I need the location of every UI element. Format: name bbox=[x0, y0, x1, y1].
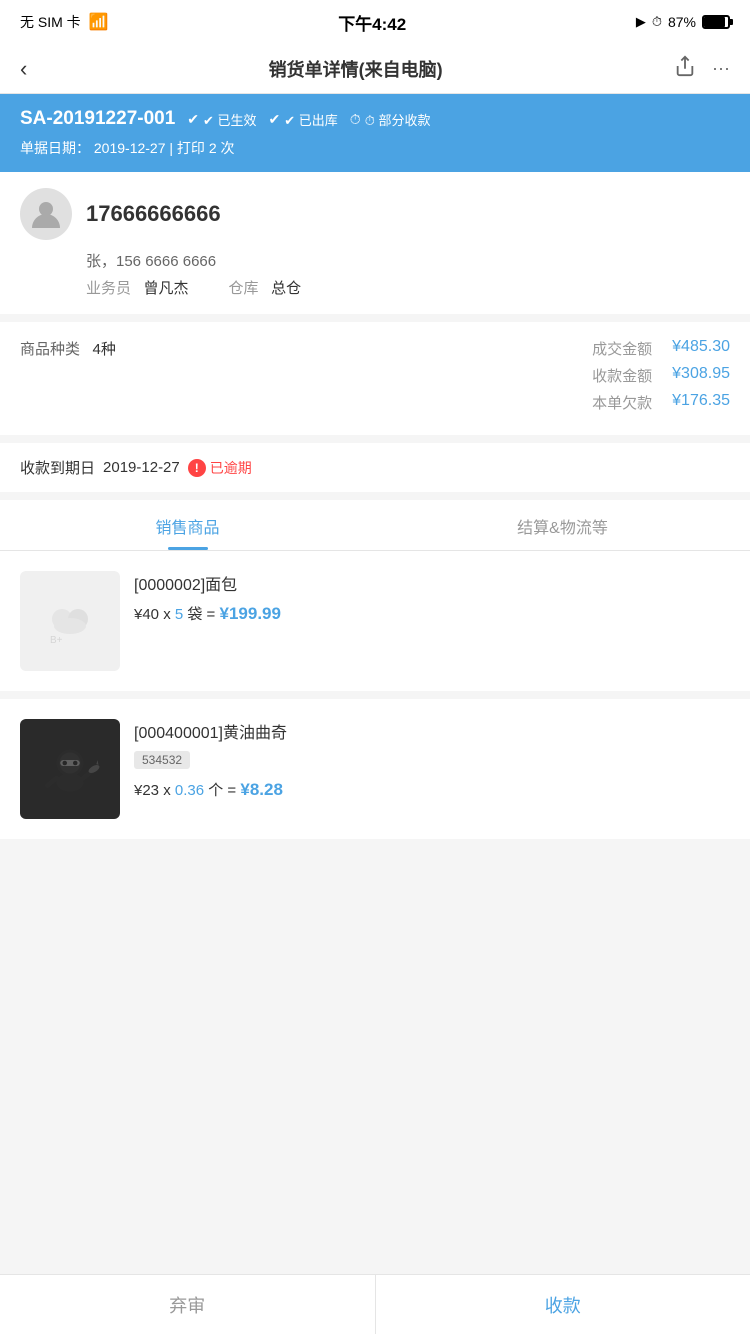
overdue-badge: ! 已逾期 bbox=[188, 458, 252, 478]
overdue-icon: ! bbox=[188, 459, 206, 477]
battery-icon bbox=[702, 15, 730, 29]
customer-row: 17666666666 bbox=[20, 188, 730, 240]
product-name-2: [000400001]黄油曲奇 bbox=[134, 719, 730, 743]
salesperson-value: 曾凡杰 bbox=[144, 280, 189, 297]
status-left: 无 SIM 卡 📶 bbox=[20, 12, 109, 32]
product-thumbnail-2 bbox=[20, 719, 120, 819]
owed-value: ¥176.35 bbox=[672, 392, 730, 413]
price-unit-1: 袋 = bbox=[187, 606, 219, 623]
customer-meta: 业务员 曾凡杰 仓库 总仓 bbox=[86, 277, 730, 298]
due-date-value: 2019-12-27 bbox=[103, 459, 180, 476]
product-tag-2: 534532 bbox=[134, 751, 190, 769]
financial-summary: 成交金额 ¥485.30 收款金额 ¥308.95 本单欠款 ¥176.35 bbox=[592, 338, 730, 419]
deal-amount-value: ¥485.30 bbox=[672, 338, 730, 359]
deal-amount-label: 成交金额 bbox=[592, 338, 652, 359]
avatar bbox=[20, 188, 72, 240]
received-amount-row: 收款金额 ¥308.95 bbox=[592, 365, 730, 386]
cancel-button[interactable]: 弃审 bbox=[0, 1275, 376, 1334]
list-item: [000400001]黄油曲奇 534532 ¥23 x 0.36 个 = ¥8… bbox=[0, 699, 750, 847]
received-label: 收款金额 bbox=[592, 365, 652, 386]
customer-phone[interactable]: 17666666666 bbox=[86, 201, 221, 227]
product-type-value: 4种 bbox=[93, 341, 116, 358]
alarm-icon: ⏱ bbox=[652, 14, 662, 30]
summary-section: 商品种类 4种 成交金额 ¥485.30 收款金额 ¥308.95 本单欠款 ¥… bbox=[0, 322, 750, 435]
price-qty-1: 5 bbox=[175, 606, 183, 623]
due-date-label: 收款到期日 bbox=[20, 457, 95, 478]
product-price-2: ¥23 x 0.36 个 = ¥8.28 bbox=[134, 779, 730, 800]
product-info-1: [0000002]面包 ¥40 x 5 袋 = ¥199.99 bbox=[134, 571, 730, 624]
price-total-2: ¥8.28 bbox=[240, 780, 283, 799]
date-label: 单据日期： bbox=[20, 140, 90, 156]
product-type-label: 商品种类 bbox=[20, 341, 80, 358]
nav-actions: ··· bbox=[674, 55, 730, 82]
owed-label: 本单欠款 bbox=[592, 392, 652, 413]
tab-settlement[interactable]: 结算&物流等 bbox=[375, 500, 750, 550]
due-date-section: 收款到期日 2019-12-27 ! 已逾期 bbox=[0, 443, 750, 492]
page-title: 销货单详情(来自电脑) bbox=[37, 56, 674, 82]
date-value: 2019-12-27 bbox=[94, 140, 166, 156]
summary-row: 商品种类 4种 成交金额 ¥485.30 收款金额 ¥308.95 本单欠款 ¥… bbox=[20, 338, 730, 419]
salesperson-info: 业务员 曾凡杰 bbox=[86, 277, 189, 298]
status-time: 下午4:42 bbox=[338, 10, 406, 35]
svg-text:B+: B+ bbox=[50, 635, 63, 646]
price-unit-2: 个 = bbox=[208, 782, 240, 799]
more-button[interactable]: ··· bbox=[712, 58, 730, 79]
warehouse-info: 仓库 总仓 bbox=[229, 277, 302, 298]
nav-bar: ‹ 销货单详情(来自电脑) ··· bbox=[0, 44, 750, 94]
badge-shipped: ✔ ✔ 已出库 bbox=[269, 110, 338, 129]
price-base-1: ¥40 bbox=[134, 606, 159, 623]
wifi-icon: 📶 bbox=[89, 12, 109, 32]
product-name-1: [0000002]面包 bbox=[134, 571, 730, 595]
product-thumbnail-1: B+ bbox=[20, 571, 120, 671]
price-total-1: ¥199.99 bbox=[220, 604, 281, 623]
warehouse-value: 总仓 bbox=[271, 280, 301, 297]
received-value: ¥308.95 bbox=[672, 365, 730, 386]
product-price-1: ¥40 x 5 袋 = ¥199.99 bbox=[134, 603, 730, 624]
print-info: | 打印 2 次 bbox=[169, 140, 234, 156]
tab-products-label: 销售商品 bbox=[155, 520, 219, 537]
customer-name-phone: 张，156 6666 6666 bbox=[86, 250, 730, 271]
sim-label: 无 SIM 卡 bbox=[20, 12, 81, 32]
product-list: B+ [0000002]面包 ¥40 x 5 袋 = ¥199.99 bbox=[0, 551, 750, 847]
back-button[interactable]: ‹ bbox=[20, 56, 37, 82]
share-button[interactable] bbox=[674, 55, 696, 82]
header-date-info: 单据日期： 2019-12-27 | 打印 2 次 bbox=[20, 138, 730, 158]
battery-percent: 87% bbox=[668, 14, 696, 30]
check-icon-effective: ✔ bbox=[187, 111, 199, 128]
status-right: ▶ ⏱ 87% bbox=[636, 14, 730, 30]
check-icon-shipped: ✔ bbox=[269, 111, 281, 128]
header-banner: SA-20191227-001 ✔ ✔ 已生效 ✔ ✔ 已出库 ⏱ ⏱ 部分收款… bbox=[0, 94, 750, 172]
customer-section: 17666666666 张，156 6666 6666 业务员 曾凡杰 仓库 总… bbox=[0, 172, 750, 314]
warehouse-label: 仓库 bbox=[229, 280, 259, 297]
order-id: SA-20191227-001 bbox=[20, 108, 175, 130]
list-item: B+ [0000002]面包 ¥40 x 5 袋 = ¥199.99 bbox=[0, 551, 750, 699]
product-info-2: [000400001]黄油曲奇 534532 ¥23 x 0.36 个 = ¥8… bbox=[134, 719, 730, 800]
price-qty-2: 0.36 bbox=[175, 782, 204, 799]
location-icon: ▶ bbox=[636, 14, 646, 30]
badge-partial: ⏱ ⏱ 部分收款 bbox=[350, 110, 431, 129]
overdue-label: 已逾期 bbox=[210, 458, 252, 478]
salesperson-label: 业务员 bbox=[86, 280, 131, 297]
tabs-section: 销售商品 结算&物流等 bbox=[0, 500, 750, 551]
tabs-row: 销售商品 结算&物流等 bbox=[0, 500, 750, 551]
product-type-info: 商品种类 4种 bbox=[20, 338, 116, 359]
price-base-2: ¥23 bbox=[134, 782, 159, 799]
confirm-button[interactable]: 收款 bbox=[376, 1275, 750, 1334]
bottom-actions: 弃审 收款 bbox=[0, 1274, 750, 1334]
deal-amount-row: 成交金额 ¥485.30 bbox=[592, 338, 730, 359]
tab-settlement-label: 结算&物流等 bbox=[517, 520, 608, 537]
tab-products[interactable]: 销售商品 bbox=[0, 500, 375, 550]
owed-amount-row: 本单欠款 ¥176.35 bbox=[592, 392, 730, 413]
clock-icon: ⏱ bbox=[350, 111, 361, 128]
badge-effective: ✔ ✔ 已生效 bbox=[187, 110, 256, 129]
status-bar: 无 SIM 卡 📶 下午4:42 ▶ ⏱ 87% bbox=[0, 0, 750, 44]
